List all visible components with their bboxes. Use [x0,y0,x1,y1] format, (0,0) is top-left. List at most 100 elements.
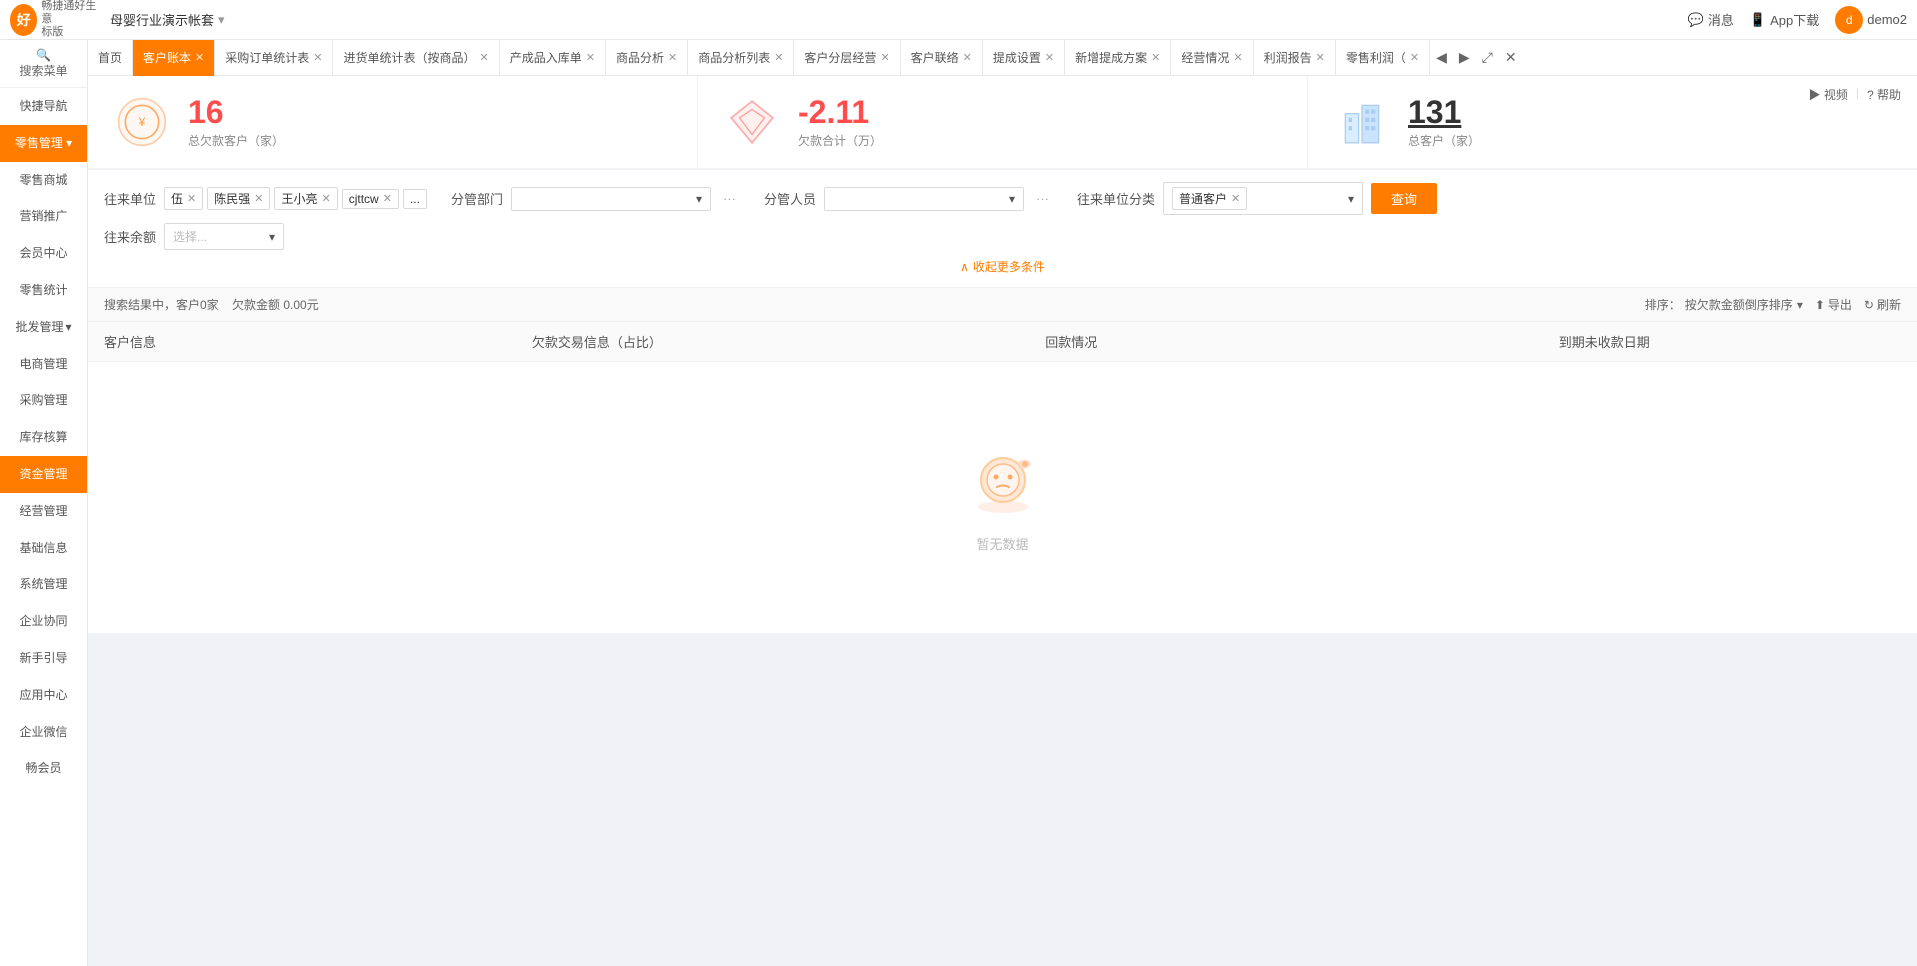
tab-purchase-order[interactable]: 采购订单统计表 ✕ [215,40,333,76]
remove-unit-tag-1[interactable]: ✕ [254,192,263,205]
tab-close-product-analysis-list[interactable]: ✕ [774,51,783,64]
tab-home[interactable]: 首页 [88,40,133,76]
stat-value-total-customers: 131 [1408,96,1480,128]
coin-icon: ¥ [112,92,172,152]
unit-tag-more[interactable]: ... [403,189,427,209]
sidebar-search[interactable]: 🔍 搜索菜单 [0,40,87,88]
tab-customer-tier[interactable]: 客户分层经营 ✕ [794,40,900,76]
tab-product-analysis[interactable]: 商品分析 ✕ [606,40,688,76]
sidebar-item-wechat[interactable]: 企业微信 [0,714,87,751]
stat-value-debt-customers: 16 [188,96,284,128]
tab-new-promotion[interactable]: 新增提成方案 ✕ [1065,40,1171,76]
sidebar-item-member[interactable]: 会员中心 [0,235,87,272]
tab-close-promotion-settings[interactable]: ✕ [1045,51,1054,64]
unit-tags-container: 伍 ✕ 陈民强 ✕ 王小亮 ✕ [164,187,427,210]
sidebar-item-membership[interactable]: 畅会员 [0,750,87,787]
unit-tag-2[interactable]: 王小亮 ✕ [274,187,337,210]
tab-next-btn[interactable]: ▶ [1453,49,1476,66]
sidebar-item-retail[interactable]: 零售管理 ▾ [0,125,87,162]
tab-close-purchase-order[interactable]: ✕ [313,51,322,64]
col-header-customer: 客户信息 [104,332,532,351]
sidebar-item-purchase[interactable]: 采购管理 [0,382,87,419]
unit-tag-0[interactable]: 伍 ✕ [164,187,203,210]
tab-close-new-promotion[interactable]: ✕ [1151,51,1160,64]
stat-label-total-customers: 总客户（家） [1408,132,1480,149]
sidebar-item-inventory[interactable]: 库存核算 [0,419,87,456]
refresh-btn[interactable]: ↻ 刷新 [1864,296,1901,313]
refresh-icon: ↻ [1864,298,1874,312]
tab-product-analysis-list[interactable]: 商品分析列表 ✕ [688,40,794,76]
remove-unit-tag-0[interactable]: ✕ [187,192,196,205]
app-container: 好 畅捷通好生意 标版 母婴行业演示帐套 ▾ 💬 消息 📱 App下载 d de… [0,0,1917,966]
query-button[interactable]: 查询 [1371,183,1437,214]
tab-close-customer-tier[interactable]: ✕ [880,51,889,64]
export-btn[interactable]: ⬆ 导出 [1815,296,1852,313]
tab-retail-profit[interactable]: 零售利润（ ✕ [1336,40,1430,76]
unit-tag-1[interactable]: 陈民强 ✕ [207,187,270,210]
tab-close-inbound-stats[interactable]: ✕ [480,51,489,64]
stat-value-debt-amount: -2.11 [798,96,882,128]
tab-produce-inbound[interactable]: 产成品入库单 ✕ [500,40,606,76]
sidebar-item-ecommerce[interactable]: 电商管理 [0,346,87,383]
tab-close-product-analysis[interactable]: ✕ [668,51,677,64]
tab-expand-btn[interactable]: ⤢ [1476,49,1499,66]
tab-prev-btn[interactable]: ◀ [1430,49,1453,66]
logo-text: 畅捷通好生意 标版 [41,0,98,39]
stats-row: ¥ 16 总欠款客户（家） [88,76,1917,168]
sidebar-item-enterprise[interactable]: 企业协同 [0,603,87,640]
person-select[interactable]: ▾ [824,187,1024,211]
dept-options-btn[interactable]: ··· [719,191,740,206]
org-selector[interactable]: 母婴行业演示帐套 ▾ [98,10,237,29]
sidebar-item-newbie[interactable]: 新手引导 [0,640,87,677]
sidebar-item-basic-info[interactable]: 基础信息 [0,530,87,567]
export-icon: ⬆ [1815,298,1825,312]
sort-select[interactable]: 排序： 按欠款金额倒序排序 ▾ [1645,296,1803,313]
unit-tag-3[interactable]: cjttcw ✕ [342,189,399,209]
balance-select[interactable]: 选择... ▾ [164,223,284,250]
tab-close-profit-report[interactable]: ✕ [1316,51,1325,64]
tab-close-customer-contact[interactable]: ✕ [963,51,972,64]
tab-close-retail-profit[interactable]: ✕ [1410,51,1419,64]
tab-business-status[interactable]: 经营情况 ✕ [1171,40,1253,76]
tab-bar: 首页 客户账本 ✕ 采购订单统计表 ✕ 进货单统计表（按商品） ✕ 产成品入库单… [88,40,1917,76]
user-profile-btn[interactable]: d demo2 [1835,6,1907,34]
tab-close-accounts[interactable]: ✕ [195,51,204,64]
sidebar-item-app-center[interactable]: 应用中心 [0,677,87,714]
dept-select[interactable]: ▾ [511,187,711,211]
sidebar-item-capital[interactable]: 资金管理 [0,456,87,493]
tab-close-all-btn[interactable]: ✕ [1499,49,1523,66]
remove-unit-tag-2[interactable]: ✕ [322,192,331,205]
unit-class-select[interactable]: 普通客户 ✕ ▾ [1163,182,1363,215]
sidebar-item-retail-mall[interactable]: 零售商城 [0,162,87,199]
person-select-arrow: ▾ [1009,192,1015,206]
tab-close-business-status[interactable]: ✕ [1233,51,1242,64]
stat-card-total-customers: 131 总客户（家） ▶ 视频 | ? 帮助 [1308,76,1917,168]
svg-text:¥: ¥ [138,116,146,129]
tab-close-produce-inbound[interactable]: ✕ [586,51,595,64]
result-bar: 搜索结果中，客户0家 欠款金额 0.00元 排序： 按欠款金额倒序排序 ▾ ⬆ … [88,288,1917,322]
collapse-btn[interactable]: ∧ 收起更多条件 [104,258,1901,275]
remove-unit-class-tag-0[interactable]: ✕ [1231,192,1240,205]
tab-accounts[interactable]: 客户账本 ✕ [133,40,215,76]
sidebar-item-system[interactable]: 系统管理 [0,566,87,603]
tab-inbound-stats[interactable]: 进货单统计表（按商品） ✕ [333,40,499,76]
sidebar-item-business-mgmt[interactable]: 经营管理 [0,493,87,530]
tab-profit-report[interactable]: 利润报告 ✕ [1254,40,1336,76]
sidebar-item-wholesale[interactable]: 批发管理 ▾ [0,309,87,346]
sidebar-quick-nav[interactable]: 快捷导航 [0,88,87,125]
unit-class-label: 往来单位分类 [1077,189,1155,208]
remove-unit-tag-3[interactable]: ✕ [383,192,392,205]
video-btn[interactable]: ▶ 视频 [1808,86,1847,103]
messages-btn[interactable]: 💬 消息 [1688,10,1734,29]
sidebar-item-retail-stats[interactable]: 零售统计 [0,272,87,309]
tab-promotion-settings[interactable]: 提成设置 ✕ [983,40,1065,76]
stat-card-debt-customers: ¥ 16 总欠款客户（家） [88,76,698,168]
collapse-icon: ∧ [960,260,969,274]
person-options-btn[interactable]: ··· [1032,191,1053,206]
help-btn[interactable]: ? 帮助 [1867,86,1901,103]
sidebar-item-marketing[interactable]: 营销推广 [0,198,87,235]
app-download-btn[interactable]: 📱 App下载 [1750,10,1819,29]
tab-customer-contact[interactable]: 客户联络 ✕ [901,40,983,76]
avatar: d [1835,6,1863,34]
unit-class-tag-0[interactable]: 普通客户 ✕ [1172,187,1247,210]
